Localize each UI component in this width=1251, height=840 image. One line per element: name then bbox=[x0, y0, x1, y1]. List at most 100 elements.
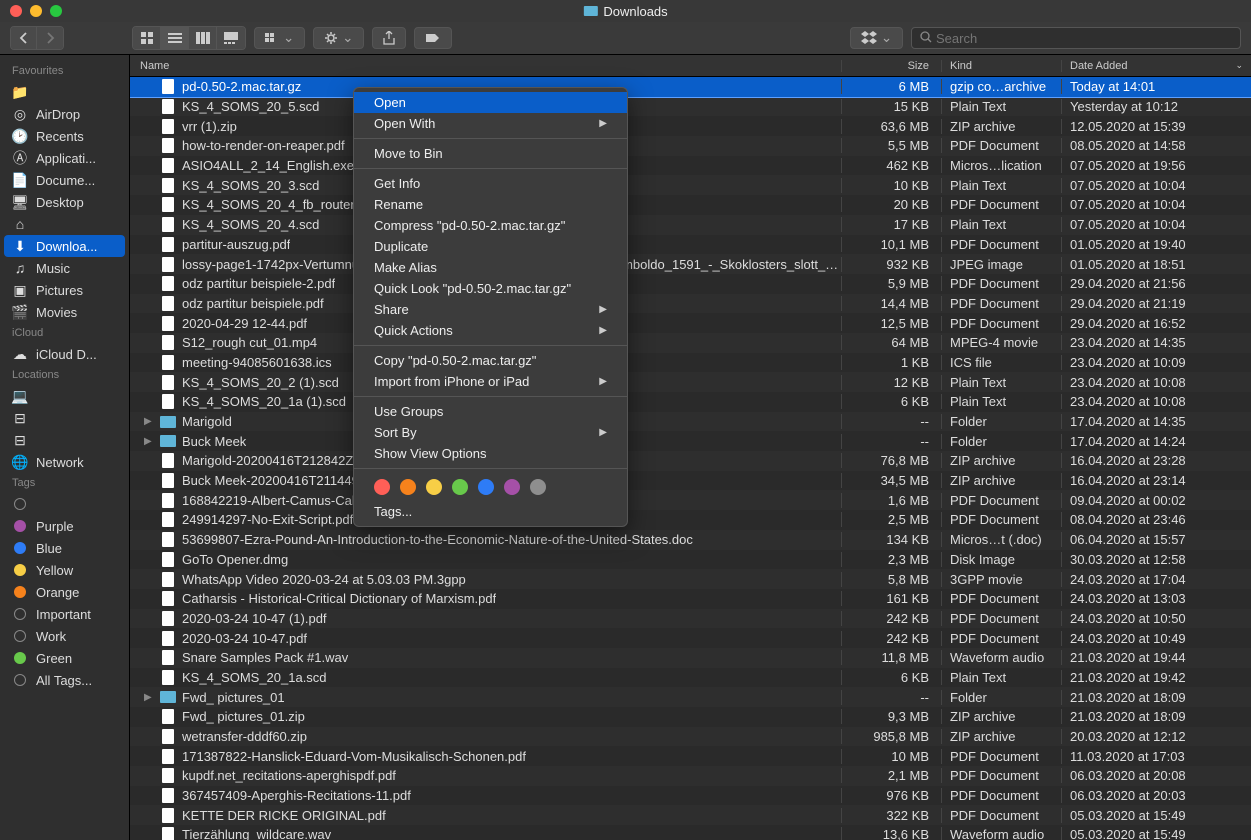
context-menu-item[interactable]: Make Alias bbox=[354, 257, 627, 278]
file-row[interactable]: KS_4_SOMS_20_3.scd10 KBPlain Text07.05.2… bbox=[130, 175, 1251, 195]
sidebar-item[interactable]: Purple bbox=[0, 515, 129, 537]
file-row[interactable]: WhatsApp Video 2020-03-24 at 5.03.03 PM.… bbox=[130, 569, 1251, 589]
sidebar-item[interactable]: 🎬Movies bbox=[0, 301, 129, 323]
file-row[interactable]: Buck Meek-20200416T211449Z-001.zip34,5 M… bbox=[130, 471, 1251, 491]
sidebar-item[interactable]: ♫Music bbox=[0, 257, 129, 279]
tag-color-button[interactable] bbox=[504, 479, 520, 495]
file-row[interactable]: KETTE DER RICKE ORIGINAL.pdf322 KBPDF Do… bbox=[130, 805, 1251, 825]
tag-color-button[interactable] bbox=[400, 479, 416, 495]
file-row[interactable]: meeting-94085601638.ics1 KBICS file23.04… bbox=[130, 353, 1251, 373]
file-row[interactable]: ▶Marigold--Folder17.04.2020 at 14:35 bbox=[130, 412, 1251, 432]
close-button[interactable] bbox=[10, 5, 22, 17]
file-row[interactable]: Catharsis - Historical-Critical Dictiona… bbox=[130, 589, 1251, 609]
disclosure-triangle-icon[interactable]: ▶ bbox=[144, 692, 154, 703]
sidebar-item[interactable]: Orange bbox=[0, 581, 129, 603]
sidebar-item[interactable]: ⊟ bbox=[0, 429, 129, 451]
dropbox-button[interactable]: ⌄ bbox=[850, 27, 903, 49]
file-row[interactable]: Tierzählung_wildcare.wav13,6 KBWaveform … bbox=[130, 825, 1251, 840]
action-button[interactable]: ⌄ bbox=[313, 27, 364, 49]
tag-color-button[interactable] bbox=[478, 479, 494, 495]
column-date[interactable]: Date Added⌄ bbox=[1061, 60, 1251, 72]
context-menu-item[interactable]: Show View Options bbox=[354, 443, 627, 464]
tags-button[interactable] bbox=[414, 27, 452, 49]
context-menu-item[interactable]: Move to Bin bbox=[354, 143, 627, 164]
group-button[interactable]: ⌄ bbox=[254, 27, 305, 49]
sidebar-item[interactable]: ◎AirDrop bbox=[0, 103, 129, 125]
context-menu-item[interactable]: Use Groups bbox=[354, 401, 627, 422]
disclosure-triangle-icon[interactable]: ▶ bbox=[144, 436, 154, 447]
sidebar-item[interactable]: Important bbox=[0, 603, 129, 625]
context-menu-item[interactable]: Copy "pd-0.50-2.mac.tar.gz" bbox=[354, 350, 627, 371]
file-row[interactable]: 53699807-Ezra-Pound-An-Introduction-to-t… bbox=[130, 530, 1251, 550]
sidebar-item[interactable] bbox=[0, 493, 129, 515]
context-menu-item[interactable]: Quick Look "pd-0.50-2.mac.tar.gz" bbox=[354, 278, 627, 299]
sidebar-item[interactable]: Work bbox=[0, 625, 129, 647]
file-row[interactable]: ASIO4ALL_2_14_English.exe462 KBMicros…li… bbox=[130, 156, 1251, 176]
sidebar-item[interactable]: ⌂ bbox=[0, 213, 129, 235]
file-row[interactable]: 171387822-Hanslick-Eduard-Vom-Musikalisc… bbox=[130, 746, 1251, 766]
icon-view-button[interactable] bbox=[133, 27, 161, 49]
context-menu-item[interactable]: Rename bbox=[354, 194, 627, 215]
file-row[interactable]: how-to-render-on-reaper.pdf5,5 MBPDF Doc… bbox=[130, 136, 1251, 156]
column-kind[interactable]: Kind bbox=[941, 60, 1061, 72]
column-view-button[interactable] bbox=[189, 27, 217, 49]
context-menu-item[interactable]: Open With▶ bbox=[354, 113, 627, 134]
tag-color-button[interactable] bbox=[530, 479, 546, 495]
file-row[interactable]: GoTo Opener.dmg2,3 MBDisk Image30.03.202… bbox=[130, 550, 1251, 570]
context-menu-item[interactable]: Import from iPhone or iPad▶ bbox=[354, 371, 627, 392]
file-row[interactable]: wetransfer-dddf60.zip985,8 MBZIP archive… bbox=[130, 727, 1251, 747]
file-row[interactable]: 367457409-Aperghis-Recitations-11.pdf976… bbox=[130, 786, 1251, 806]
tag-color-button[interactable] bbox=[452, 479, 468, 495]
minimize-button[interactable] bbox=[30, 5, 42, 17]
file-row[interactable]: odz partitur beispiele.pdf14,4 MBPDF Doc… bbox=[130, 294, 1251, 314]
gallery-view-button[interactable] bbox=[217, 27, 245, 49]
tag-color-button[interactable] bbox=[426, 479, 442, 495]
file-row[interactable]: ▶Fwd_ pictures_01--Folder21.03.2020 at 1… bbox=[130, 687, 1251, 707]
file-row[interactable]: 249914297-No-Exit-Script.pdf2,5 MBPDF Do… bbox=[130, 510, 1251, 530]
search-input[interactable] bbox=[936, 31, 1232, 46]
file-row[interactable]: S12_rough cut_01.mp464 MBMPEG-4 movie23.… bbox=[130, 333, 1251, 353]
sidebar-item[interactable]: 📄Docume... bbox=[0, 169, 129, 191]
file-row[interactable]: 2020-04-29 12-44.pdf12,5 MBPDF Document2… bbox=[130, 313, 1251, 333]
sidebar-item[interactable]: ⊟ bbox=[0, 407, 129, 429]
file-row[interactable]: kupdf.net_recitations-aperghispdf.pdf2,1… bbox=[130, 766, 1251, 786]
tag-color-button[interactable] bbox=[374, 479, 390, 495]
file-row[interactable]: KS_4_SOMS_20_1a.scd6 KBPlain Text21.03.2… bbox=[130, 668, 1251, 688]
sidebar-item[interactable]: ⬇Downloa... bbox=[4, 235, 125, 257]
sidebar-item[interactable]: 📁 bbox=[0, 81, 129, 103]
file-row[interactable]: KS_4_SOMS_20_5.scd15 KBPlain TextYesterd… bbox=[130, 97, 1251, 117]
sidebar-item[interactable]: 🕑Recents bbox=[0, 125, 129, 147]
context-menu-item[interactable]: Sort By▶ bbox=[354, 422, 627, 443]
sidebar-item[interactable]: ▣Pictures bbox=[0, 279, 129, 301]
back-button[interactable] bbox=[11, 27, 37, 49]
context-menu-item[interactable]: Duplicate bbox=[354, 236, 627, 257]
file-row[interactable]: lossy-page1-1742px-Vertumnus_årstidernas… bbox=[130, 254, 1251, 274]
file-row[interactable]: ▶Buck Meek--Folder17.04.2020 at 14:24 bbox=[130, 431, 1251, 451]
context-menu-item[interactable]: Compress "pd-0.50-2.mac.tar.gz" bbox=[354, 215, 627, 236]
file-row[interactable]: KS_4_SOMS_20_4.scd17 KBPlain Text07.05.2… bbox=[130, 215, 1251, 235]
file-row[interactable]: Marigold-20200416T212842Z-001.zip76,8 MB… bbox=[130, 451, 1251, 471]
context-menu-item[interactable]: Quick Actions▶ bbox=[354, 320, 627, 341]
file-row[interactable]: KS_4_SOMS_20_1a (1).scd6 KBPlain Text23.… bbox=[130, 392, 1251, 412]
maximize-button[interactable] bbox=[50, 5, 62, 17]
sidebar-item[interactable]: 🌐Network bbox=[0, 451, 129, 473]
sidebar-item[interactable]: 💻 bbox=[0, 385, 129, 407]
context-menu-item[interactable]: Share▶ bbox=[354, 299, 627, 320]
file-row[interactable]: KS_4_SOMS_20_2 (1).scd12 KBPlain Text23.… bbox=[130, 372, 1251, 392]
sidebar-item[interactable]: ⒶApplicati... bbox=[0, 147, 129, 169]
file-row[interactable]: 2020-03-24 10-47 (1).pdf242 KBPDF Docume… bbox=[130, 609, 1251, 629]
file-row[interactable]: partitur-auszug.pdf10,1 MBPDF Document01… bbox=[130, 235, 1251, 255]
disclosure-triangle-icon[interactable]: ▶ bbox=[144, 416, 154, 427]
sidebar-item[interactable]: Blue bbox=[0, 537, 129, 559]
search-box[interactable] bbox=[911, 27, 1241, 49]
context-menu-item[interactable]: Get Info bbox=[354, 173, 627, 194]
sidebar-item[interactable]: Green bbox=[0, 647, 129, 669]
file-row[interactable]: pd-0.50-2.mac.tar.gz6 MBgzip co…archiveT… bbox=[130, 77, 1251, 97]
column-name[interactable]: Name bbox=[130, 60, 841, 72]
sidebar-item[interactable]: ☁iCloud D... bbox=[0, 343, 129, 365]
sidebar-item[interactable]: 🖥Desktop bbox=[0, 191, 129, 213]
list-view-button[interactable] bbox=[161, 27, 189, 49]
context-menu-item[interactable]: Open bbox=[354, 92, 627, 113]
column-size[interactable]: Size bbox=[841, 60, 941, 72]
file-row[interactable]: vrr (1).zip63,6 MBZIP archive12.05.2020 … bbox=[130, 116, 1251, 136]
